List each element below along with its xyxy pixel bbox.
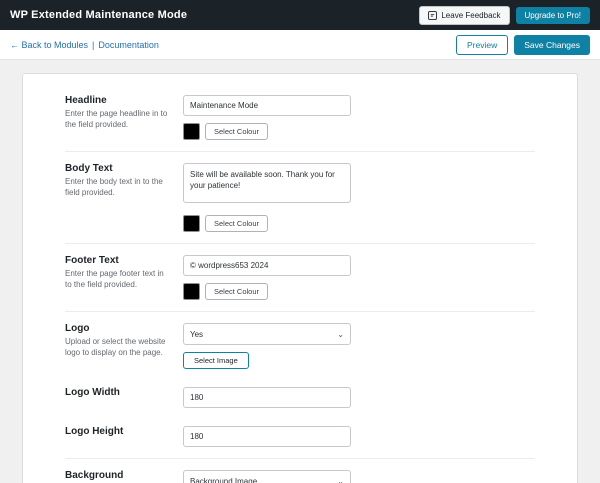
toolbar-actions: Preview Save Changes: [456, 34, 590, 55]
background-select-value: Background Image: [190, 476, 258, 483]
documentation-link[interactable]: Documentation: [98, 40, 159, 50]
background-label-col: Background Choose either a background im…: [65, 470, 183, 483]
headline-label: Headline: [65, 95, 107, 106]
logo-width-field-col: [183, 387, 351, 408]
headline-color-swatch[interactable]: [183, 123, 200, 140]
headline-input[interactable]: [183, 95, 351, 116]
body-text-textarea[interactable]: Site will be available soon. Thank you f…: [183, 163, 351, 203]
body-label-col: Body Text Enter the body text in to the …: [65, 163, 183, 232]
divider: [65, 243, 535, 244]
divider: [65, 458, 535, 459]
app-header: WP Extended Maintenance Mode Leave Feedb…: [0, 0, 600, 30]
body-color-swatch[interactable]: [183, 215, 200, 232]
save-changes-button[interactable]: Save Changes: [514, 34, 590, 55]
logo-select-image-button[interactable]: Select Image: [183, 352, 249, 369]
leave-feedback-label: Leave Feedback: [441, 10, 501, 20]
headline-label-col: Headline Enter the page headline in to t…: [65, 95, 183, 140]
logo-width-input[interactable]: [183, 387, 351, 408]
back-to-modules-link[interactable]: ← Back to Modules: [10, 40, 88, 50]
logo-select[interactable]: Yes ⌄: [183, 323, 351, 345]
footer-text-input[interactable]: [183, 255, 351, 276]
breadcrumb: ← Back to Modules | Documentation: [10, 40, 159, 50]
leave-feedback-button[interactable]: Leave Feedback: [419, 5, 510, 25]
logo-label-col: Logo Upload or select the website logo t…: [65, 323, 183, 369]
footer-text-description: Enter the page footer text in to the fie…: [65, 269, 164, 289]
logo-height-field-col: [183, 426, 351, 447]
background-label: Background: [65, 470, 124, 481]
field-row-footer-text: Footer Text Enter the page footer text i…: [65, 246, 535, 309]
footer-color-control: Select Colour: [183, 283, 351, 300]
page-title: WP Extended Maintenance Mode: [10, 9, 188, 21]
body-text-description: Enter the body text in to the field prov…: [65, 177, 163, 197]
divider: [65, 311, 535, 312]
background-select[interactable]: Background Image ⌄: [183, 470, 351, 483]
body-field-col: Site will be available soon. Thank you f…: [183, 163, 351, 232]
header-actions: Leave Feedback Upgrade to Pro!: [419, 5, 590, 25]
body-text-label: Body Text: [65, 163, 113, 174]
field-row-logo-width: Logo Width: [65, 378, 535, 417]
link-separator: |: [92, 39, 95, 50]
logo-height-label: Logo Height: [65, 426, 124, 437]
body-color-control: Select Colour: [183, 215, 351, 232]
logo-select-value: Yes: [190, 329, 204, 339]
chevron-down-icon: ⌄: [337, 329, 344, 339]
logo-field-col: Yes ⌄ Select Image: [183, 323, 351, 369]
field-row-headline: Headline Enter the page headline in to t…: [65, 86, 535, 149]
logo-height-input[interactable]: [183, 426, 351, 447]
upgrade-to-pro-button[interactable]: Upgrade to Pro!: [515, 6, 590, 24]
footer-select-colour-button[interactable]: Select Colour: [205, 283, 269, 300]
headline-select-colour-button[interactable]: Select Colour: [205, 123, 269, 140]
footer-color-swatch[interactable]: [183, 283, 200, 300]
divider: [65, 151, 535, 152]
preview-button[interactable]: Preview: [456, 34, 509, 55]
background-field-col: Background Image ⌄ Select Image: [183, 470, 351, 483]
headline-description: Enter the page headline in to the field …: [65, 109, 168, 129]
logo-width-label: Logo Width: [65, 387, 120, 398]
logo-width-label-col: Logo Width: [65, 387, 183, 408]
headline-color-control: Select Colour: [183, 123, 351, 140]
field-row-logo: Logo Upload or select the website logo t…: [65, 314, 535, 378]
main-content: Headline Enter the page headline in to t…: [0, 60, 600, 483]
field-row-body-text: Body Text Enter the body text in to the …: [65, 154, 535, 241]
feedback-icon: [428, 10, 438, 20]
field-row-background: Background Choose either a background im…: [65, 461, 535, 483]
footer-field-col: Select Colour: [183, 255, 351, 300]
footer-text-label: Footer Text: [65, 255, 119, 266]
logo-description: Upload or select the website logo to dis…: [65, 337, 166, 357]
headline-field-col: Select Colour: [183, 95, 351, 140]
footer-label-col: Footer Text Enter the page footer text i…: [65, 255, 183, 300]
field-row-logo-height: Logo Height: [65, 417, 535, 456]
logo-label: Logo: [65, 323, 90, 334]
settings-card: Headline Enter the page headline in to t…: [22, 73, 578, 483]
body-select-colour-button[interactable]: Select Colour: [205, 215, 269, 232]
chevron-down-icon: ⌄: [337, 476, 344, 483]
sub-toolbar: ← Back to Modules | Documentation Previe…: [0, 30, 600, 60]
logo-height-label-col: Logo Height: [65, 426, 183, 447]
